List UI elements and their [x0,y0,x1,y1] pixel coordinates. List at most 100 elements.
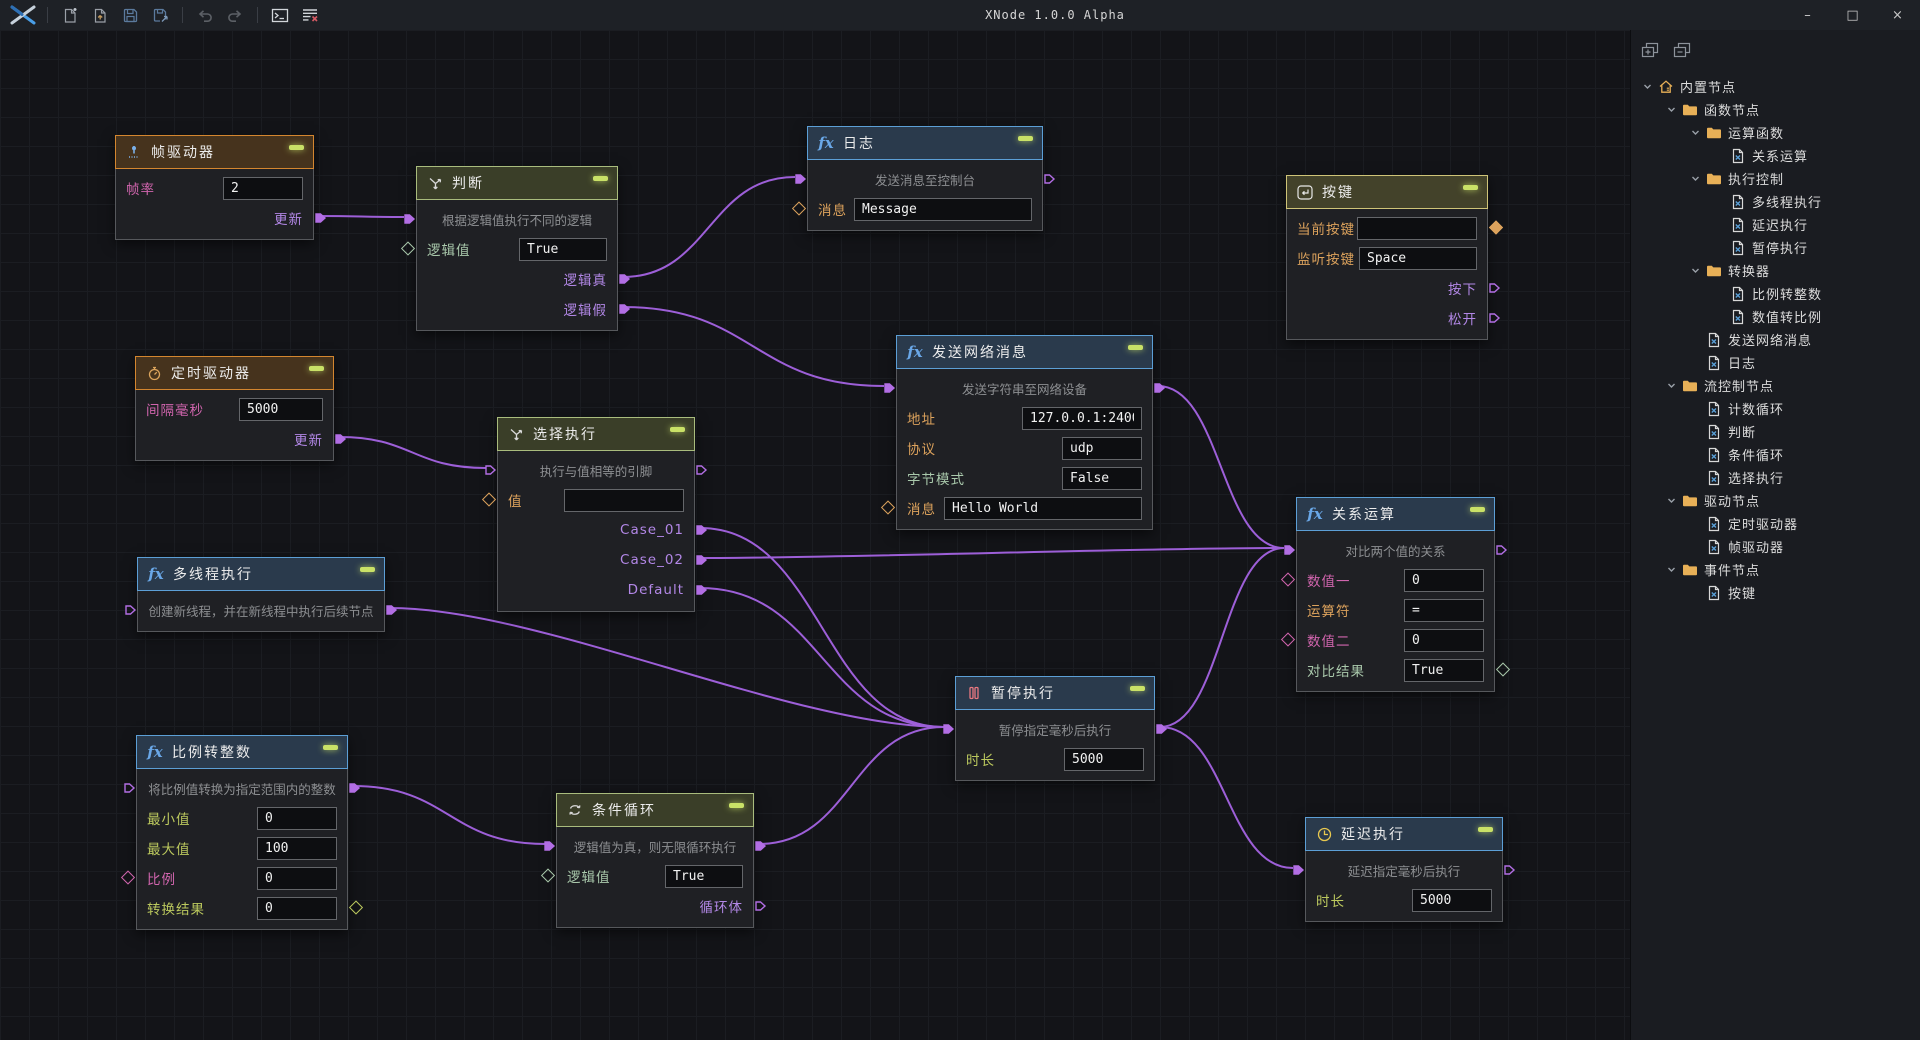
collapse-button[interactable] [670,427,685,432]
exec-in-port[interactable] [403,213,416,226]
exec-in-port[interactable] [484,464,497,477]
node-header[interactable]: fx 发送网络消息 [896,335,1153,369]
tree-item-node[interactable]: 定时驱动器 [1631,512,1920,535]
tree-item-group[interactable]: 执行控制 [1631,167,1920,190]
node-header[interactable]: 延迟执行 [1305,817,1503,851]
data-port[interactable] [120,870,136,885]
exec-out-port[interactable] [695,524,708,537]
chevron-down-icon[interactable] [1663,380,1680,391]
param-input[interactable] [1404,598,1484,622]
tree-item-node[interactable]: 延迟执行 [1631,213,1920,236]
node-header[interactable]: fx 多线程执行 [137,557,385,591]
data-port[interactable] [481,492,497,507]
node-header[interactable]: 按键 [1286,175,1488,209]
param-input[interactable] [257,866,337,890]
data-port[interactable] [791,201,807,216]
save-as-button[interactable] [146,3,174,27]
maximize-button[interactable]: □ [1830,0,1875,30]
node-multithread[interactable]: fx 多线程执行 创建新线程，并在新线程中执行后续节点 [125,557,398,632]
chevron-down-icon[interactable] [1663,495,1680,506]
tree-item-group[interactable]: 驱动节点 [1631,489,1920,512]
tree-item-node[interactable]: 日志 [1631,351,1920,374]
param-input[interactable] [1404,568,1484,592]
node-pause[interactable]: 暂停执行 暂停指定毫秒后执行 时长 [943,676,1168,781]
node-timer-driver[interactable]: 定时驱动器间隔毫秒更新 [135,356,347,461]
node-key[interactable]: 按键当前按键监听按键按下松开 [1286,175,1504,340]
tree-item-node[interactable]: 多线程执行 [1631,190,1920,213]
tree-item-node[interactable]: 比例转整数 [1631,282,1920,305]
collapse-button[interactable] [323,745,338,750]
exec-out-port[interactable] [1488,282,1501,295]
exec-out-port[interactable] [1155,723,1168,736]
node-log[interactable]: fx 日志 发送消息至控制台 消息 [791,126,1056,231]
node-send-net[interactable]: fx 发送网络消息发送字符串至网络设备地址协议字节模式消息 [880,335,1166,530]
console-button[interactable] [266,3,294,27]
exec-out-port[interactable] [1495,544,1508,557]
param-input[interactable] [1404,628,1484,652]
exec-in-port[interactable] [942,723,955,736]
exec-out-port[interactable] [618,303,631,316]
tree-item-group[interactable]: 函数节点 [1631,98,1920,121]
exec-in-port[interactable] [124,604,137,617]
collapse-button[interactable] [1128,345,1143,350]
tree-item-node[interactable]: 数值转比例 [1631,305,1920,328]
tree-item-group[interactable]: 内置节点 [1631,75,1920,98]
chevron-down-icon[interactable] [1687,173,1704,184]
node-delay[interactable]: 延迟执行 延迟指定毫秒后执行 时长 [1293,817,1516,922]
exec-out-port[interactable] [1488,312,1501,325]
param-input[interactable] [1022,406,1142,430]
node-frame-driver[interactable]: 帧驱动器帧率更新 [115,135,327,240]
param-input[interactable] [239,397,323,421]
tree-item-node[interactable]: 按键 [1631,581,1920,604]
param-input[interactable] [257,806,337,830]
param-input[interactable] [665,864,743,888]
param-input[interactable] [257,896,337,920]
exec-out-port[interactable] [695,554,708,567]
param-input[interactable] [1062,466,1142,490]
save-button[interactable] [116,3,144,27]
exec-out-port[interactable] [754,900,767,913]
clear-log-button[interactable] [296,3,324,27]
tree-item-node[interactable]: 选择执行 [1631,466,1920,489]
param-input[interactable] [1062,436,1142,460]
exec-out-port[interactable] [314,212,327,225]
collapse-all-button[interactable] [1669,39,1695,61]
node-header[interactable]: 条件循环 [556,793,754,827]
chevron-down-icon[interactable] [1639,81,1656,92]
tree-item-node[interactable]: 发送网络消息 [1631,328,1920,351]
param-input[interactable] [1064,747,1144,771]
tree-item-node[interactable]: 关系运算 [1631,144,1920,167]
node-header[interactable]: fx 日志 [807,126,1043,160]
param-input[interactable] [1412,888,1492,912]
param-input[interactable] [564,488,684,512]
tree-item-node[interactable]: 暂停执行 [1631,236,1920,259]
undo-button[interactable] [191,3,219,27]
tree-item-node[interactable]: 条件循环 [1631,443,1920,466]
node-header[interactable]: 帧驱动器 [115,135,314,169]
collapse-button[interactable] [1478,827,1493,832]
open-file-button[interactable] [86,3,114,27]
param-input[interactable] [1404,658,1484,682]
data-port[interactable] [880,500,896,515]
node-judge[interactable]: 判断根据逻辑值执行不同的逻辑逻辑值逻辑真逻辑假 [400,166,631,331]
param-input[interactable] [223,176,303,200]
exec-in-port[interactable] [543,840,556,853]
close-button[interactable]: × [1875,0,1920,30]
tree-item-node[interactable]: 帧驱动器 [1631,535,1920,558]
collapse-button[interactable] [1463,185,1478,190]
exec-out-port[interactable] [1503,864,1516,877]
chevron-down-icon[interactable] [1687,265,1704,276]
param-input[interactable] [1359,246,1477,270]
tree-item-group[interactable]: 流控制节点 [1631,374,1920,397]
tree-item-group[interactable]: 转换器 [1631,259,1920,282]
exec-out-port[interactable] [695,584,708,597]
collapse-button[interactable] [309,366,324,371]
param-input[interactable] [519,237,607,261]
redo-button[interactable] [221,3,249,27]
exec-out-port[interactable] [385,604,398,617]
data-port[interactable] [1280,632,1296,647]
data-port[interactable] [348,900,364,915]
node-cond-loop[interactable]: 条件循环逻辑值为真，则无限循环执行逻辑值循环体 [540,793,767,928]
exec-out-port[interactable] [618,273,631,286]
data-port[interactable] [400,241,416,256]
